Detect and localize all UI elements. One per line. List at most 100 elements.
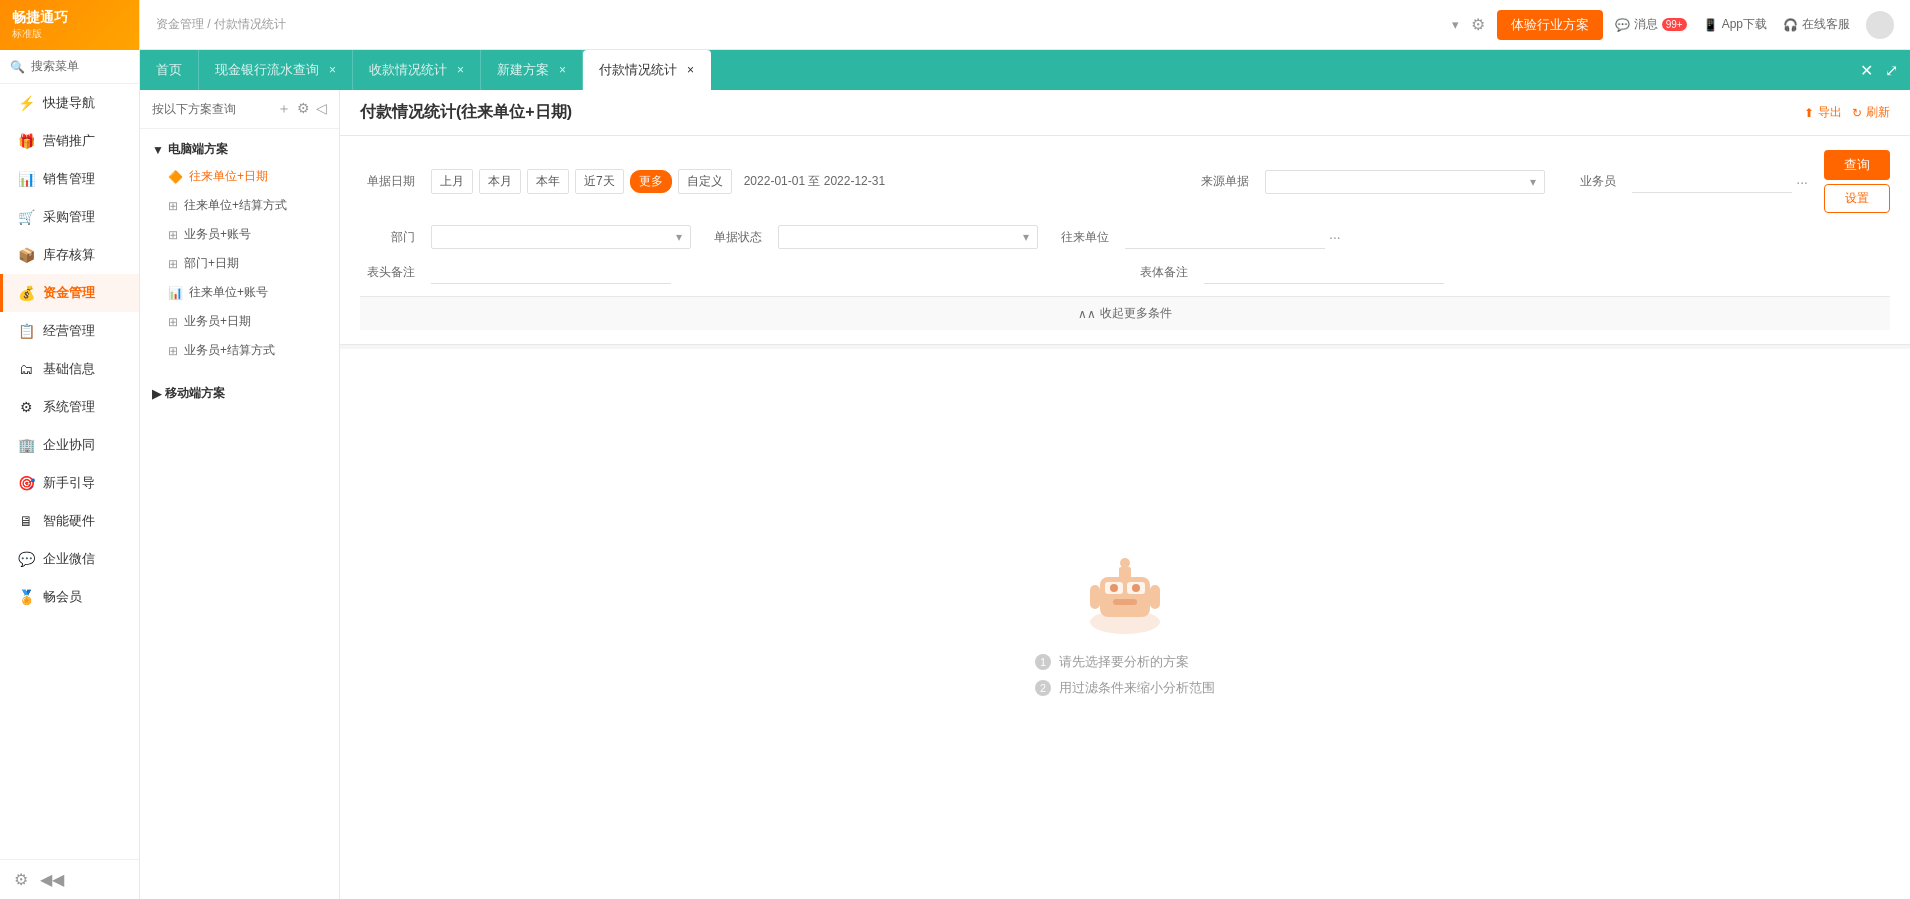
dept-select[interactable]: ▾: [431, 225, 691, 249]
date-label: 单据日期: [360, 173, 415, 190]
tab-payment-close[interactable]: ×: [687, 63, 694, 77]
refresh-button[interactable]: ↻ 刷新: [1852, 104, 1890, 121]
sidebar-item-icon-wechat: 💬: [17, 550, 35, 568]
scheme-mobile-section: ▶ 移动端方案: [140, 373, 339, 414]
sidebar-item-wechat[interactable]: 💬 企业微信: [0, 540, 139, 578]
scheme-desktop-title[interactable]: ▼ 电脑端方案: [140, 137, 339, 162]
topbar-settings-icon[interactable]: ⚙: [1471, 15, 1485, 34]
svg-rect-9: [1090, 585, 1100, 609]
empty-tip-1: 1 请先选择要分析的方案: [1035, 649, 1215, 675]
settings-button[interactable]: 设置: [1824, 184, 1890, 213]
export-button[interactable]: ⬆ 导出: [1804, 104, 1842, 121]
close-all-icon[interactable]: ✕: [1860, 61, 1873, 80]
sidebar-item-guide[interactable]: 🎯 新手引导: [0, 464, 139, 502]
scheme-add-icon[interactable]: ＋: [277, 100, 291, 118]
maximize-icon[interactable]: ⤢: [1885, 61, 1898, 80]
filter-row-1: 单据日期 上月 本月 本年 近7天 更多 自定义 2022-01-01 至 20…: [360, 150, 1890, 213]
date-btn-more[interactable]: 更多: [630, 170, 672, 193]
sidebar-item-hardware[interactable]: 🖥 智能硬件: [0, 502, 139, 540]
sidebar-item-operations[interactable]: 📋 经营管理: [0, 312, 139, 350]
user-avatar[interactable]: [1866, 11, 1894, 39]
sidebar-item-label-fund: 资金管理: [43, 284, 95, 302]
sidebar: 畅捷通巧 标准版 🔍 搜索菜单 ⚡ 快捷导航 🎁 营销推广 📊 销售管理 🛒 采…: [0, 0, 140, 899]
footer-collapse-icon[interactable]: ◀◀: [40, 870, 64, 889]
staff-dots[interactable]: ···: [1796, 174, 1808, 190]
scheme-item-staff-settle[interactable]: ⊞ 业务员+结算方式: [140, 336, 339, 365]
scheme-item-icon-dept-date: ⊞: [168, 257, 178, 271]
date-range-display: 2022-01-01 至 2022-12-31: [744, 173, 885, 190]
tab-new-scheme[interactable]: 新建方案 ×: [481, 50, 583, 90]
message-badge: 99+: [1662, 18, 1687, 31]
collapse-button[interactable]: ∧∧ 收起更多条件: [360, 296, 1890, 330]
date-input-group: 上月 本月 本年 近7天 更多 自定义 2022-01-01 至 2022-12…: [431, 169, 1178, 194]
sidebar-item-system[interactable]: ⚙ 系统管理: [0, 388, 139, 426]
voucher-status-select[interactable]: ▾: [778, 225, 1038, 249]
sidebar-item-enterprise[interactable]: 🏢 企业协同: [0, 426, 139, 464]
scheme-desktop-label: 电脑端方案: [168, 141, 228, 158]
sidebar-item-member[interactable]: 🏅 畅会员: [0, 578, 139, 616]
date-btn-this-month[interactable]: 本月: [479, 169, 521, 194]
breadcrumb: 资金管理 / 付款情况统计: [156, 16, 1440, 33]
sidebar-item-icon-guide: 🎯: [17, 474, 35, 492]
scheme-item-partner-account[interactable]: 📊 往来单位+账号: [140, 278, 339, 307]
date-btn-this-year[interactable]: 本年: [527, 169, 569, 194]
partner-input[interactable]: [1125, 226, 1325, 249]
date-btn-custom[interactable]: 自定义: [678, 169, 732, 194]
sidebar-search-area[interactable]: 🔍 搜索菜单: [0, 50, 139, 84]
query-button[interactable]: 查询: [1824, 150, 1890, 180]
tab-home-label: 首页: [156, 61, 182, 79]
table-header-note-group: [431, 261, 1117, 284]
table-header-note-input[interactable]: [431, 261, 671, 284]
sidebar-item-icon-member: 🏅: [17, 588, 35, 606]
sidebar-item-marketing[interactable]: 🎁 营销推广: [0, 122, 139, 160]
app-download-group[interactable]: 📱 App下载: [1703, 16, 1767, 33]
scheme-item-partner-settle[interactable]: ⊞ 往来单位+结算方式: [140, 191, 339, 220]
scheme-item-icon-partner-settle: ⊞: [168, 199, 178, 213]
svg-point-4: [1110, 584, 1118, 592]
table-header-note-label: 表头备注: [360, 264, 415, 281]
table-body-note-input[interactable]: [1204, 261, 1444, 284]
message-icon: 💬: [1615, 18, 1630, 32]
tab-receipt-close[interactable]: ×: [457, 63, 464, 77]
sidebar-item-icon-hardware: 🖥: [17, 512, 35, 530]
scheme-item-staff-date[interactable]: ⊞ 业务员+日期: [140, 307, 339, 336]
sidebar-item-basics[interactable]: 🗂 基础信息: [0, 350, 139, 388]
tab-home[interactable]: 首页: [140, 50, 199, 90]
date-btn-last7[interactable]: 近7天: [575, 169, 624, 194]
scheme-item-label-dept-date: 部门+日期: [184, 255, 239, 272]
sidebar-item-icon-enterprise: 🏢: [17, 436, 35, 454]
sidebar-item-sales[interactable]: 📊 销售管理: [0, 160, 139, 198]
staff-input[interactable]: [1632, 170, 1792, 193]
scheme-settings-icon[interactable]: ⚙: [297, 100, 310, 118]
tab-payment[interactable]: 付款情况统计 ×: [583, 50, 711, 90]
tab-bar: 首页 现金银行流水查询 × 收款情况统计 × 新建方案 × 付款情况统计 × ✕…: [140, 50, 1910, 90]
footer-settings-icon[interactable]: ⚙: [14, 870, 28, 889]
topbar-dropdown-icon[interactable]: ▾: [1452, 17, 1459, 32]
empty-tip-2: 2 用过滤条件来缩小分析范围: [1035, 675, 1215, 701]
tab-cashflow[interactable]: 现金银行流水查询 ×: [199, 50, 353, 90]
sidebar-item-icon-purchase: 🛒: [17, 208, 35, 226]
scheme-collapse-icon[interactable]: ◁: [316, 100, 327, 118]
voucher-status-dropdown-icon: ▾: [1023, 230, 1029, 244]
online-service-group[interactable]: 🎧 在线客服: [1783, 16, 1850, 33]
sidebar-item-inventory[interactable]: 📦 库存核算: [0, 236, 139, 274]
source-select[interactable]: ▾: [1265, 170, 1545, 194]
date-btn-last-month[interactable]: 上月: [431, 169, 473, 194]
message-icon-group[interactable]: 💬 消息 99+: [1615, 16, 1687, 33]
sidebar-item-label-quick-nav: 快捷导航: [43, 94, 95, 112]
scheme-item-partner-date[interactable]: 🔶 往来单位+日期: [140, 162, 339, 191]
sidebar-item-purchase[interactable]: 🛒 采购管理: [0, 198, 139, 236]
tab-receipt[interactable]: 收款情况统计 ×: [353, 50, 481, 90]
filter-row-2: 部门 ▾ 单据状态 ▾ 往来单位 ···: [360, 225, 1890, 249]
trial-button[interactable]: 体验行业方案: [1497, 10, 1603, 40]
scheme-item-dept-date[interactable]: ⊞ 部门+日期: [140, 249, 339, 278]
scheme-mobile-title[interactable]: ▶ 移动端方案: [140, 381, 339, 406]
export-label: 导出: [1818, 104, 1842, 121]
scheme-item-staff-account[interactable]: ⊞ 业务员+账号: [140, 220, 339, 249]
search-trigger[interactable]: 🔍 搜索菜单: [10, 58, 129, 75]
tab-new-scheme-close[interactable]: ×: [559, 63, 566, 77]
partner-dots[interactable]: ···: [1329, 229, 1341, 245]
sidebar-item-fund[interactable]: 💰 资金管理: [0, 274, 139, 312]
sidebar-item-quick-nav[interactable]: ⚡ 快捷导航: [0, 84, 139, 122]
tab-cashflow-close[interactable]: ×: [329, 63, 336, 77]
